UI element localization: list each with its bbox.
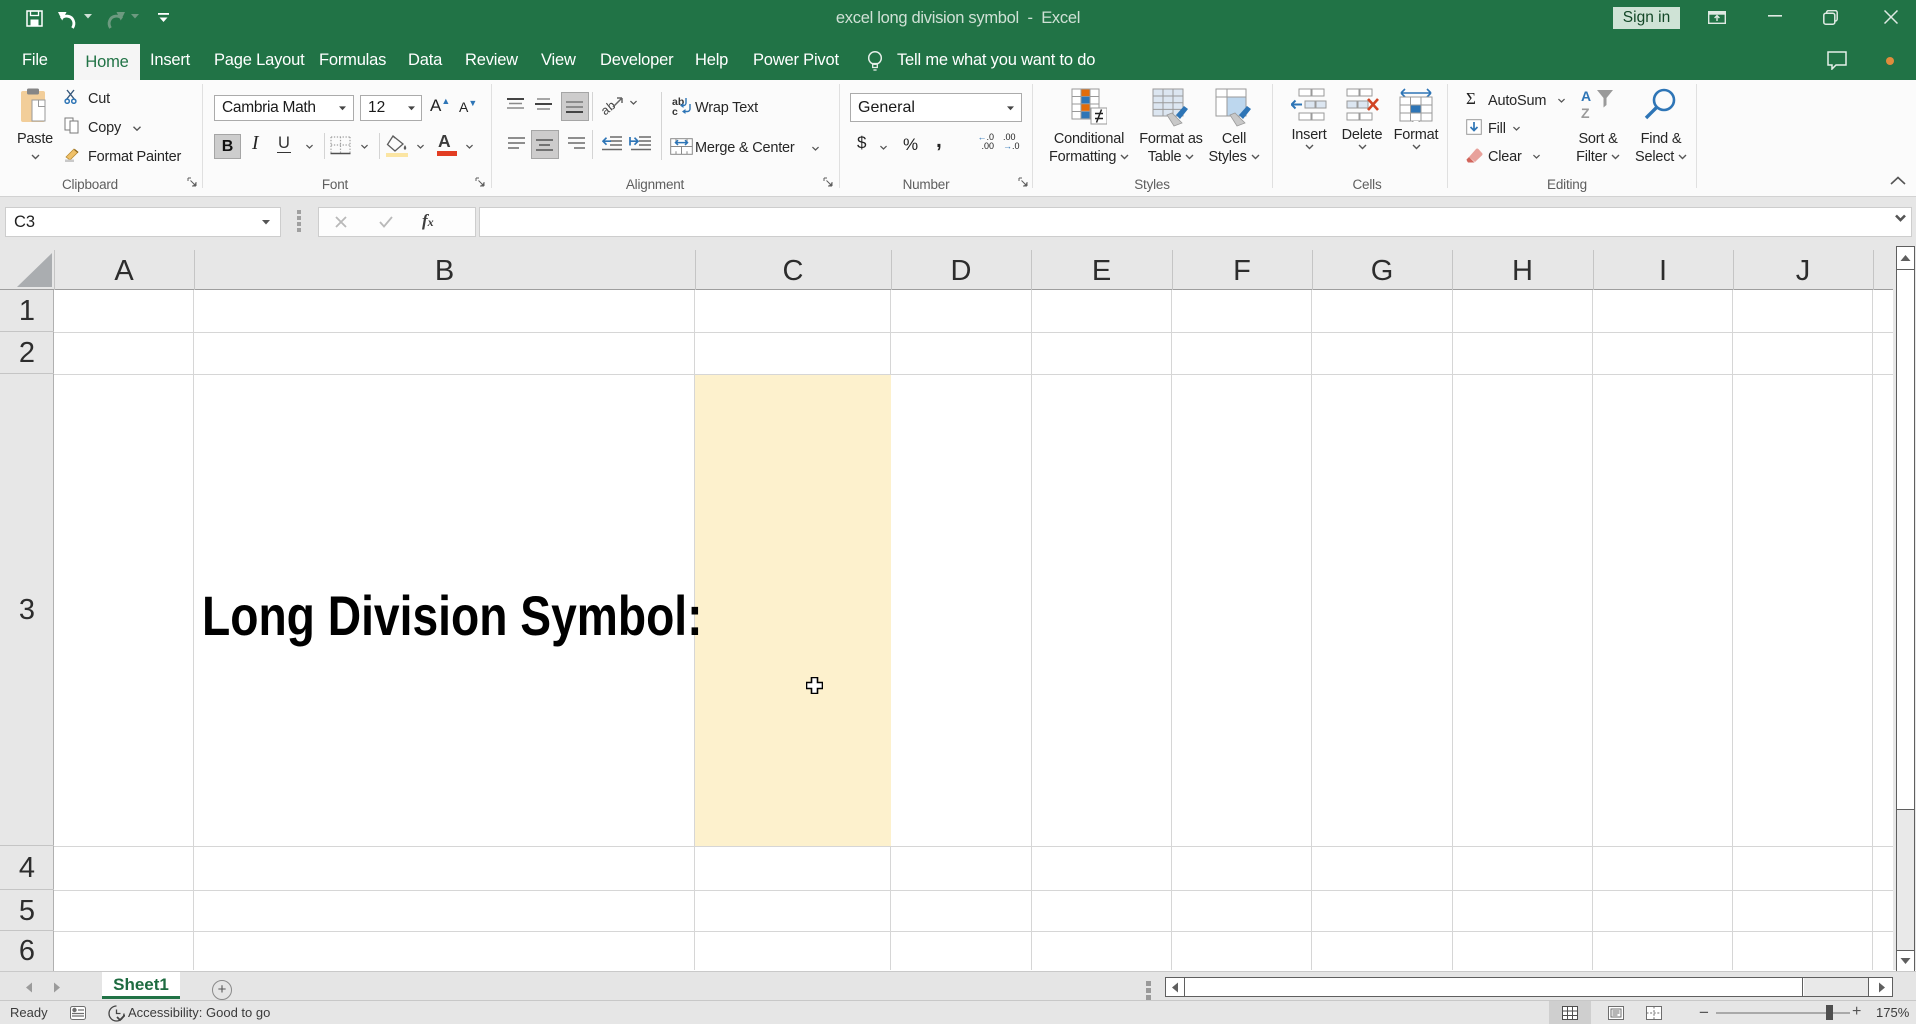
svg-text:A: A [1581,88,1591,104]
svg-text:c: c [672,106,678,116]
svg-text:Z: Z [1581,105,1590,121]
